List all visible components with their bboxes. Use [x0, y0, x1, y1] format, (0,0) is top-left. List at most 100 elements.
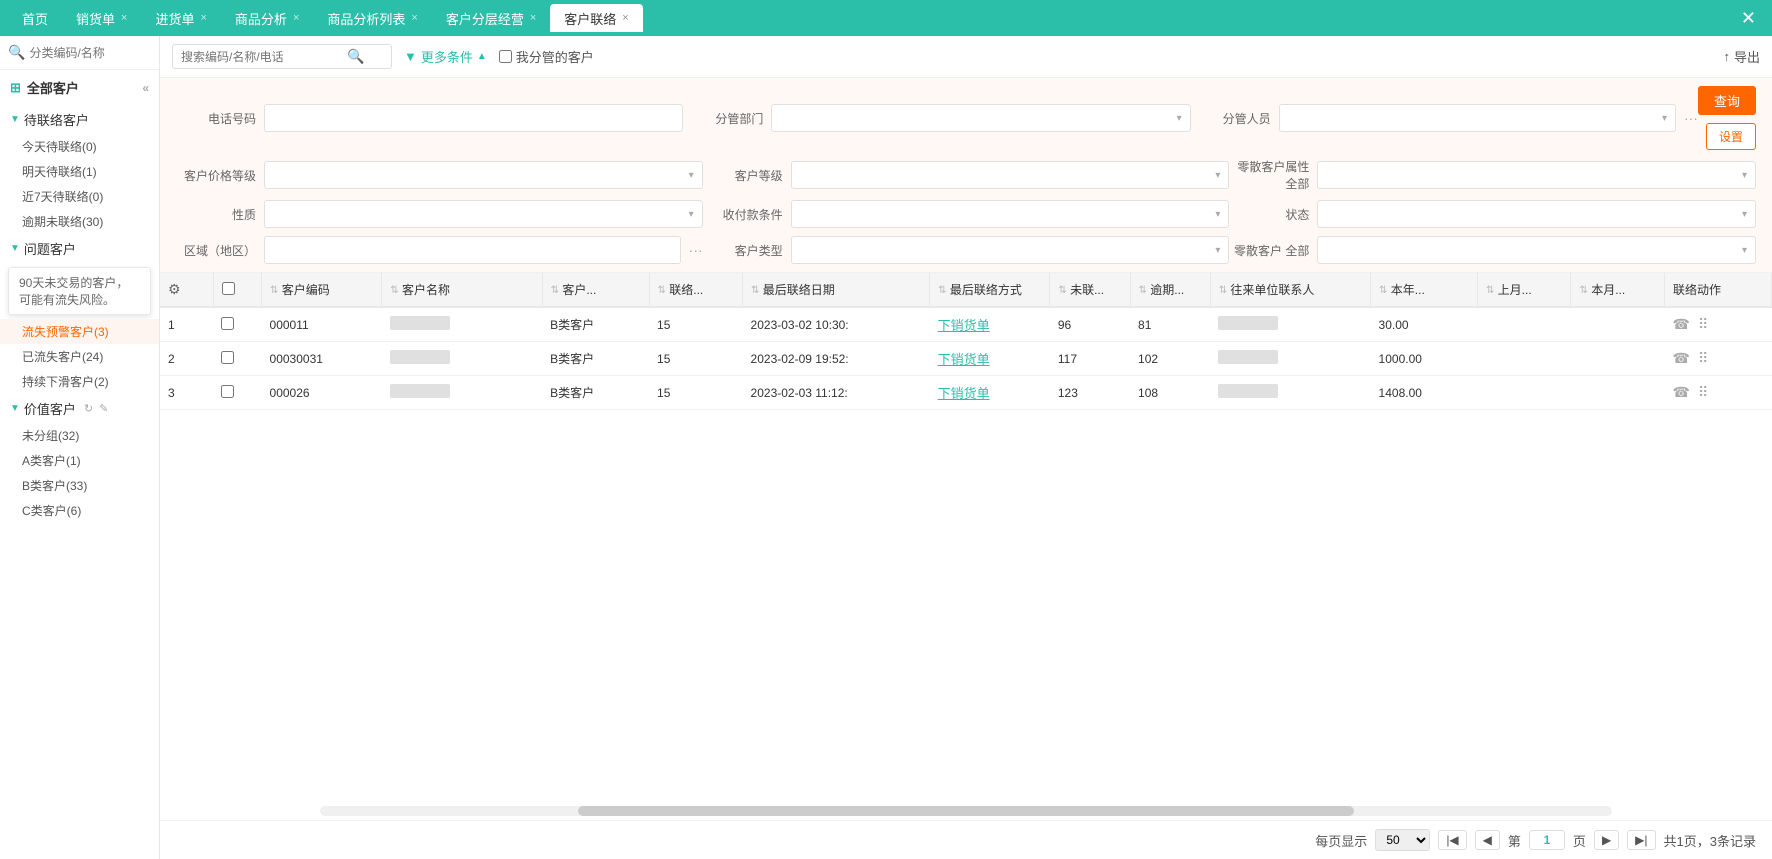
filter-select-manager[interactable]: ▾ [1279, 104, 1676, 132]
th-contact[interactable]: ⇅ 联络... [649, 273, 743, 307]
sidebar-item-tomorrow[interactable]: 明天待联络(1) [0, 159, 159, 184]
export-btn[interactable]: ↑ 导出 [1723, 47, 1760, 66]
more-icon-1[interactable]: ⠿ [1698, 350, 1708, 367]
th-overdue[interactable]: ⇅ 逾期... [1130, 273, 1210, 307]
filter-select-payment[interactable]: ▾ [791, 200, 1230, 228]
filter-select-dept[interactable]: ▾ [771, 104, 1190, 132]
sidebar-group-pending[interactable]: ▼ 待联络客户 [0, 105, 159, 134]
tab-analysis-close[interactable]: × [293, 12, 299, 24]
sidebar-item-ungrouped[interactable]: 未分组(32) [0, 423, 159, 448]
lastway-link-0[interactable]: 下销货单 [938, 318, 990, 333]
tab-analysis[interactable]: 商品分析 × [221, 4, 313, 32]
cell-uncontact-1: 117 [1050, 342, 1130, 376]
filter-select-retail[interactable]: ▾ [1317, 236, 1756, 264]
tab-customer-contact-close[interactable]: × [622, 12, 628, 24]
th-checkbox[interactable] [213, 273, 261, 307]
filter-search-icon[interactable]: 🔍 [347, 48, 364, 65]
th-year[interactable]: ⇅ 本年... [1371, 273, 1478, 307]
settings-button[interactable]: 设置 [1706, 123, 1756, 150]
sidebar-root[interactable]: ⊞ 全部客户 « [0, 70, 159, 105]
filter-select-nature[interactable]: ▾ [264, 200, 703, 228]
next-page-btn[interactable]: ▶ [1594, 830, 1619, 850]
page-input[interactable] [1529, 830, 1565, 850]
filter-select-status[interactable]: ▾ [1317, 200, 1756, 228]
my-customers-check[interactable] [499, 50, 512, 63]
th-lastway[interactable]: ⇅ 最后联络方式 [930, 273, 1050, 307]
th-lastdate[interactable]: ⇅ 最后联络日期 [743, 273, 930, 307]
tab-sales-close[interactable]: × [121, 12, 127, 24]
prev-page-btn[interactable]: ◀ [1475, 830, 1500, 850]
cell-check-1[interactable] [213, 342, 261, 376]
filter-input-phone[interactable] [264, 104, 683, 132]
tab-customer-contact[interactable]: 客户联络 × [550, 4, 642, 32]
my-customers-checkbox[interactable]: 我分管的客户 [499, 47, 594, 66]
filter-select-customer-type[interactable]: ▾ [791, 236, 1230, 264]
sidebar-item-b-class[interactable]: B类客户(33) [0, 473, 159, 498]
select-all-checkbox[interactable] [222, 282, 235, 295]
cell-check-0[interactable] [213, 307, 261, 342]
tab-customer-segment-close[interactable]: × [530, 12, 536, 24]
filter-dots-region[interactable]: ··· [689, 242, 703, 258]
tab-analysis-list[interactable]: 商品分析列表 × [313, 4, 431, 32]
filter-select-price-level[interactable]: ▾ [264, 161, 703, 189]
cell-name-0 [382, 307, 542, 342]
sidebar-collapse-icon[interactable]: « [142, 81, 149, 95]
contact-icon-0[interactable]: ☎ [1673, 316, 1690, 333]
first-page-btn[interactable]: |◀ [1438, 830, 1466, 850]
per-page-select[interactable]: 50 100 200 [1375, 829, 1430, 851]
th-settings[interactable]: ⚙ [160, 273, 213, 307]
tooltip-problem-customers: 90天未交易的客户，可能有流失风险。 [8, 267, 151, 315]
th-thismonth[interactable]: ⇅ 本月... [1571, 273, 1665, 307]
sidebar-group-problem[interactable]: ▼ 问题客户 [0, 234, 159, 263]
tab-purchase-close[interactable]: × [200, 12, 206, 24]
filter-select-region[interactable] [264, 236, 681, 264]
sidebar-item-a-class[interactable]: A类客户(1) [0, 448, 159, 473]
cell-lastway-0[interactable]: 下销货单 [930, 307, 1050, 342]
lastway-link-2[interactable]: 下销货单 [938, 386, 990, 401]
last-page-btn[interactable]: ▶| [1627, 830, 1655, 850]
sidebar-item-today[interactable]: 今天待联络(0) [0, 134, 159, 159]
tab-analysis-list-close[interactable]: × [411, 12, 417, 24]
sidebar-item-declining[interactable]: 持续下滑客户(2) [0, 369, 159, 394]
filter-select-retail-attr[interactable]: ▾ [1317, 161, 1756, 189]
more-icon-0[interactable]: ⠿ [1698, 316, 1708, 333]
sidebar-item-c-class[interactable]: C类客户(6) [0, 498, 159, 523]
lastway-link-1[interactable]: 下销货单 [938, 352, 990, 367]
tab-purchase[interactable]: 进货单 × [141, 4, 220, 32]
horizontal-scrollbar[interactable] [160, 802, 1772, 820]
filter-select-level[interactable]: ▾ [791, 161, 1230, 189]
edit-icon[interactable]: ✎ [99, 402, 108, 415]
settings-icon[interactable]: ⚙ [168, 281, 181, 297]
contact-icon-2[interactable]: ☎ [1673, 384, 1690, 401]
contact-icon-1[interactable]: ☎ [1673, 350, 1690, 367]
filter-dots-manager[interactable]: ··· [1684, 110, 1698, 126]
row-checkbox-1[interactable] [221, 351, 234, 364]
th-lastmonth[interactable]: ⇅ 上月... [1477, 273, 1571, 307]
th-type[interactable]: ⇅ 客户... [542, 273, 649, 307]
query-button[interactable]: 查询 [1698, 86, 1756, 115]
window-close-icon[interactable]: ✕ [1733, 8, 1764, 29]
th-uncontact[interactable]: ⇅ 未联... [1050, 273, 1130, 307]
row-checkbox-2[interactable] [221, 385, 234, 398]
refresh-icon[interactable]: ↻ [84, 402, 93, 415]
more-icon-2[interactable]: ⠿ [1698, 384, 1708, 401]
sidebar-item-7days[interactable]: 近7天待联络(0) [0, 184, 159, 209]
th-unit[interactable]: ⇅ 往来单位联系人 [1210, 273, 1370, 307]
scrollbar-thumb[interactable] [578, 806, 1353, 816]
sidebar-item-overdue[interactable]: 逾期未联络(30) [0, 209, 159, 234]
cell-lastway-1[interactable]: 下销货单 [930, 342, 1050, 376]
tab-home[interactable]: 首页 [8, 4, 62, 32]
th-name[interactable]: ⇅ 客户名称 [382, 273, 542, 307]
filter-search-input[interactable] [181, 50, 341, 64]
sidebar-item-churn-warning[interactable]: 流失预警客户(3) [0, 319, 159, 344]
row-checkbox-0[interactable] [221, 317, 234, 330]
sidebar-search-input[interactable] [29, 46, 160, 60]
tab-customer-segment[interactable]: 客户分层经营 × [432, 4, 550, 32]
cell-lastway-2[interactable]: 下销货单 [930, 376, 1050, 410]
sidebar-group-value[interactable]: ▼ 价值客户 ↻ ✎ [0, 394, 159, 423]
filter-more-btn[interactable]: ▼ 更多条件 ▲ [404, 47, 487, 66]
sidebar-item-churned[interactable]: 已流失客户(24) [0, 344, 159, 369]
tab-sales[interactable]: 销货单 × [62, 4, 141, 32]
cell-check-2[interactable] [213, 376, 261, 410]
th-code[interactable]: ⇅ 客户编码 [262, 273, 382, 307]
